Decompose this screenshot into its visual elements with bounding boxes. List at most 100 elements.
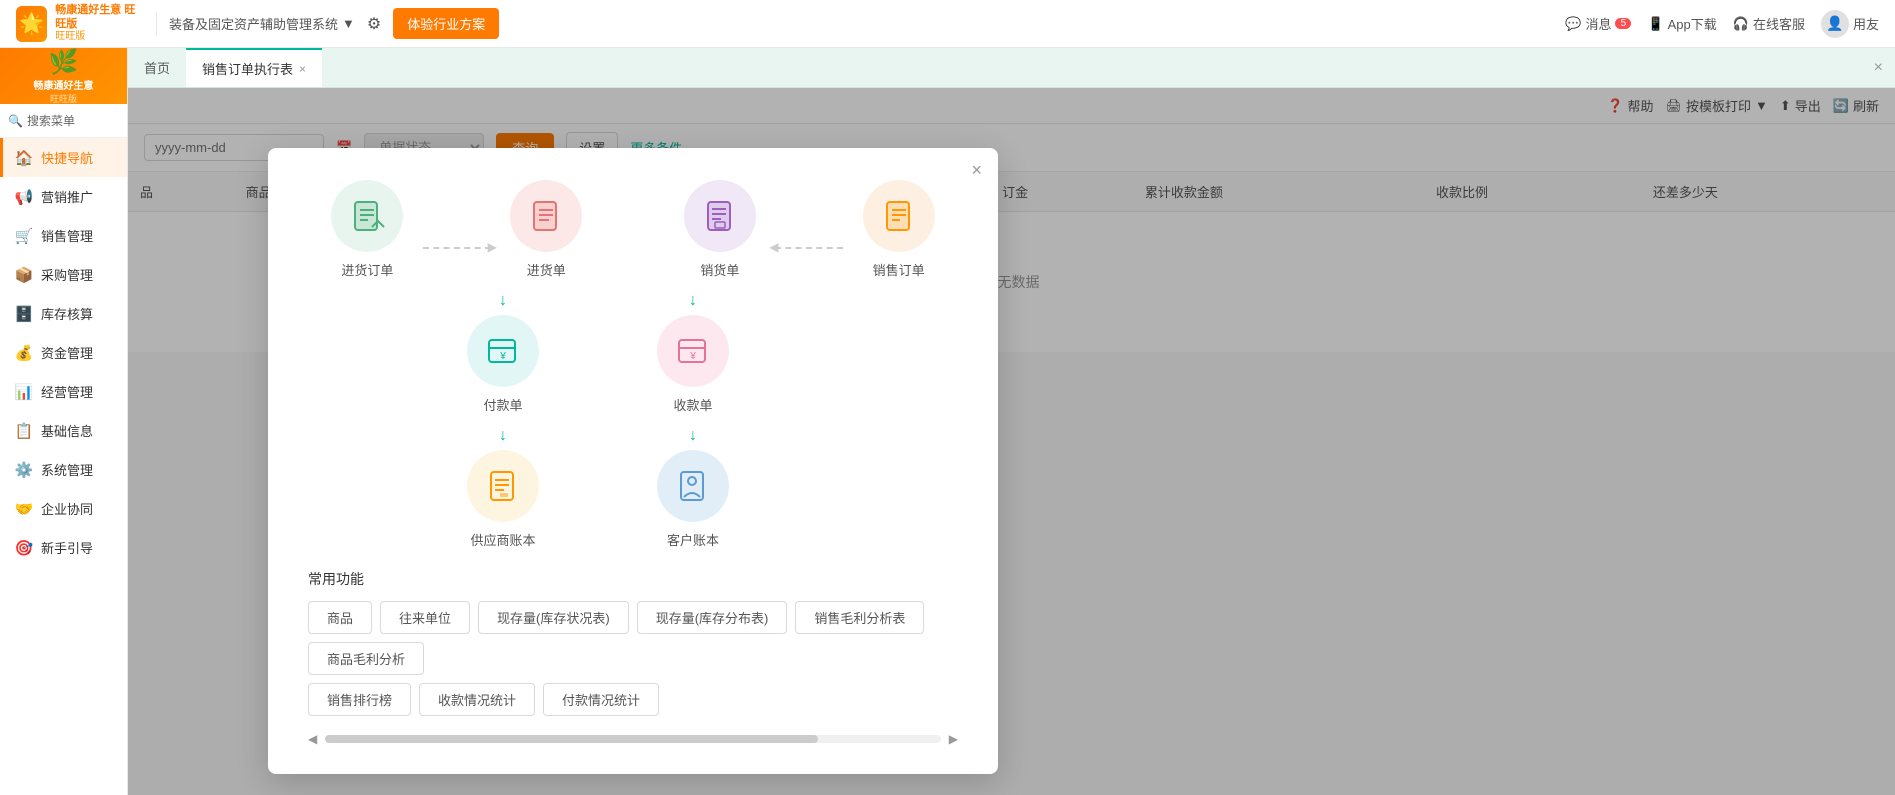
- settings-icon[interactable]: ⚙: [367, 14, 381, 34]
- flow-row-3: ↓ 供应商账本: [308, 422, 958, 549]
- app-download-btn[interactable]: 📱 App下载: [1647, 14, 1716, 33]
- node-sales-order[interactable]: 销售订单: [839, 180, 958, 279]
- content-area: 首页 销售订单执行表 × × ❓ 帮助: [128, 48, 1895, 795]
- flow-row-2: ↓ ¥ 付款单: [308, 287, 958, 414]
- func-btn-product[interactable]: 商品: [308, 601, 372, 634]
- empty-space2: [568, 287, 628, 414]
- sys-icon: ⚙️: [15, 461, 33, 479]
- enterprise-icon: 🤝: [15, 500, 33, 518]
- search-menu-btn[interactable]: 🔍 搜索菜单: [0, 104, 127, 138]
- guide-icon: 🎯: [15, 539, 33, 557]
- message-icon: 💬: [1565, 16, 1581, 32]
- node-purchase-bill-label: 进货单: [527, 260, 566, 279]
- node-purchase-order[interactable]: 进货订单: [308, 180, 427, 279]
- message-btn[interactable]: 💬 消息 5: [1565, 14, 1631, 33]
- sidebar-item-guide[interactable]: 🎯 新手引导: [0, 528, 127, 567]
- sidebar-item-quick-nav[interactable]: 🏠 快捷导航: [0, 138, 127, 177]
- arrow-h2: ◀: [775, 247, 843, 249]
- sidebar-item-label: 销售管理: [41, 226, 93, 245]
- sidebar-item-label: 资金管理: [41, 343, 93, 362]
- system-title-btn[interactable]: 装备及固定资产辅助管理系统 ▼: [169, 14, 355, 33]
- node-purchase-bill[interactable]: 进货单: [487, 180, 606, 279]
- tab-sales-order-exec[interactable]: 销售订单执行表 ×: [186, 48, 322, 87]
- tab-close-icon[interactable]: ×: [299, 62, 306, 76]
- empty-space1: [308, 287, 438, 414]
- finance-icon: 💰: [15, 344, 33, 362]
- phone-icon: 📱: [1647, 16, 1663, 32]
- flow-row-1: 进货订单 ▶: [308, 180, 958, 279]
- tab-bar-right: ×: [1874, 59, 1895, 77]
- sidebar-item-operations[interactable]: 📊 经营管理: [0, 372, 127, 411]
- down-arrow-icon3: ↓: [499, 422, 507, 450]
- node-receipt-label: 收款单: [673, 395, 712, 414]
- func-btn-product-margin[interactable]: 商品毛利分析: [308, 642, 424, 675]
- func-btn-payment-stats[interactable]: 付款情况统计: [543, 683, 659, 716]
- sidebar-logo-icon: 🌿: [34, 48, 94, 77]
- sidebar-item-marketing[interactable]: 📢 营销推广: [0, 177, 127, 216]
- try-industry-btn[interactable]: 体验行业方案: [393, 8, 499, 39]
- page-content: ❓ 帮助 🖨 按模板打印 ▼ ⬆ 导出 🔄 刷新: [128, 88, 1895, 795]
- message-label: 消息: [1585, 14, 1611, 33]
- home-icon: 🏠: [15, 149, 33, 167]
- arrow-h1: ▶: [423, 247, 491, 249]
- app-logo-icon: 🌟: [19, 11, 44, 36]
- arrow-down-sales: ↓ ¥ 收款单: [628, 287, 758, 414]
- empty-space3: [308, 422, 438, 549]
- func-btn-stock-status[interactable]: 现存量(库存状况表): [478, 601, 629, 634]
- online-service-label: 在线客服: [1753, 14, 1805, 33]
- func-btn-sales-margin[interactable]: 销售毛利分析表: [795, 601, 924, 634]
- sidebar-item-sales[interactable]: 🛒 销售管理: [0, 216, 127, 255]
- sidebar-item-purchase[interactable]: 📦 采购管理: [0, 255, 127, 294]
- sidebar-item-inventory[interactable]: 🗄️ 库存核算: [0, 294, 127, 333]
- sidebar-item-sys-mgmt[interactable]: ⚙️ 系统管理: [0, 450, 127, 489]
- node-supplier-ledger-label: 供应商账本: [470, 530, 535, 549]
- top-bar: 🌟 畅康通好生意 旺旺版 旺旺版 装备及固定资产辅助管理系统 ▼ ⚙ 体验行业方…: [0, 0, 1895, 48]
- func-btn-stock-dist[interactable]: 现存量(库存分布表): [637, 601, 788, 634]
- scrollbar-track[interactable]: [325, 735, 941, 743]
- down-arrow-icon2: ↓: [689, 287, 697, 315]
- common-func-title: 常用功能: [308, 569, 958, 589]
- down-arrow-icon1: ↓: [499, 287, 507, 315]
- quick-panel-close-btn[interactable]: ×: [971, 160, 982, 181]
- operations-icon: 📊: [15, 383, 33, 401]
- node-sales-order-label: 销售订单: [873, 260, 925, 279]
- inventory-icon: 🗄️: [15, 305, 33, 323]
- marketing-icon: 📢: [15, 188, 33, 206]
- func-btn-sales-rank[interactable]: 销售排行榜: [308, 683, 411, 716]
- node-sales-bill-label: 销货单: [700, 260, 739, 279]
- sidebar-item-label: 系统管理: [41, 460, 93, 479]
- tab-home[interactable]: 首页: [128, 48, 186, 87]
- node-supplier-ledger[interactable]: ↓ 供应商账本: [438, 422, 568, 549]
- close-all-tabs-btn[interactable]: ×: [1874, 59, 1883, 77]
- scroll-left-icon[interactable]: ◀: [308, 732, 317, 746]
- sidebar-item-finance[interactable]: 💰 资金管理: [0, 333, 127, 372]
- node-sales-bill[interactable]: 销货单: [660, 180, 779, 279]
- sidebar-item-label: 库存核算: [41, 304, 93, 323]
- app-container: 🌟 畅康通好生意 旺旺版 旺旺版 装备及固定资产辅助管理系统 ▼ ⚙ 体验行业方…: [0, 0, 1895, 795]
- app-download-label: App下载: [1668, 14, 1717, 33]
- common-func-section: 常用功能 商品 往来单位 现存量(库存状况表) 现存量(库存分布表) 销售毛利分…: [308, 569, 958, 716]
- panel-scrollbar: ◀ ▶: [308, 732, 958, 746]
- avatar: 👤: [1821, 10, 1849, 38]
- online-service-btn[interactable]: 🎧 在线客服: [1733, 14, 1805, 33]
- sidebar-item-label: 新手引导: [41, 538, 93, 557]
- svg-text:¥: ¥: [689, 351, 696, 362]
- func-btn-receipt-stats[interactable]: 收款情况统计: [419, 683, 535, 716]
- base-info-icon: 📋: [15, 422, 33, 440]
- func-btns-row1: 商品 往来单位 现存量(库存状况表) 现存量(库存分布表) 销售毛利分析表 商品…: [308, 601, 958, 675]
- scroll-right-icon[interactable]: ▶: [949, 732, 958, 746]
- divider: [156, 12, 157, 36]
- sidebar-logo: 🌿 畅康通好生意 旺旺版: [0, 48, 127, 104]
- headset-icon: 🎧: [1733, 16, 1749, 32]
- user-btn[interactable]: 👤 用友: [1821, 10, 1879, 38]
- func-btn-partner[interactable]: 往来单位: [380, 601, 470, 634]
- top-bar-actions: 💬 消息 5 📱 App下载 🎧 在线客服 👤 用友: [1565, 10, 1879, 38]
- sidebar-item-enterprise[interactable]: 🤝 企业协同: [0, 489, 127, 528]
- node-customer-ledger[interactable]: ↓ 客户账本: [628, 422, 758, 549]
- down-arrow-icon4: ↓: [689, 422, 697, 450]
- scrollbar-thumb: [325, 735, 817, 743]
- search-menu-label: 搜索菜单: [27, 112, 75, 129]
- sidebar-item-base-info[interactable]: 📋 基础信息: [0, 411, 127, 450]
- node-customer-ledger-label: 客户账本: [667, 530, 719, 549]
- app-logo-text: 畅康通好生意 旺旺版: [55, 4, 144, 30]
